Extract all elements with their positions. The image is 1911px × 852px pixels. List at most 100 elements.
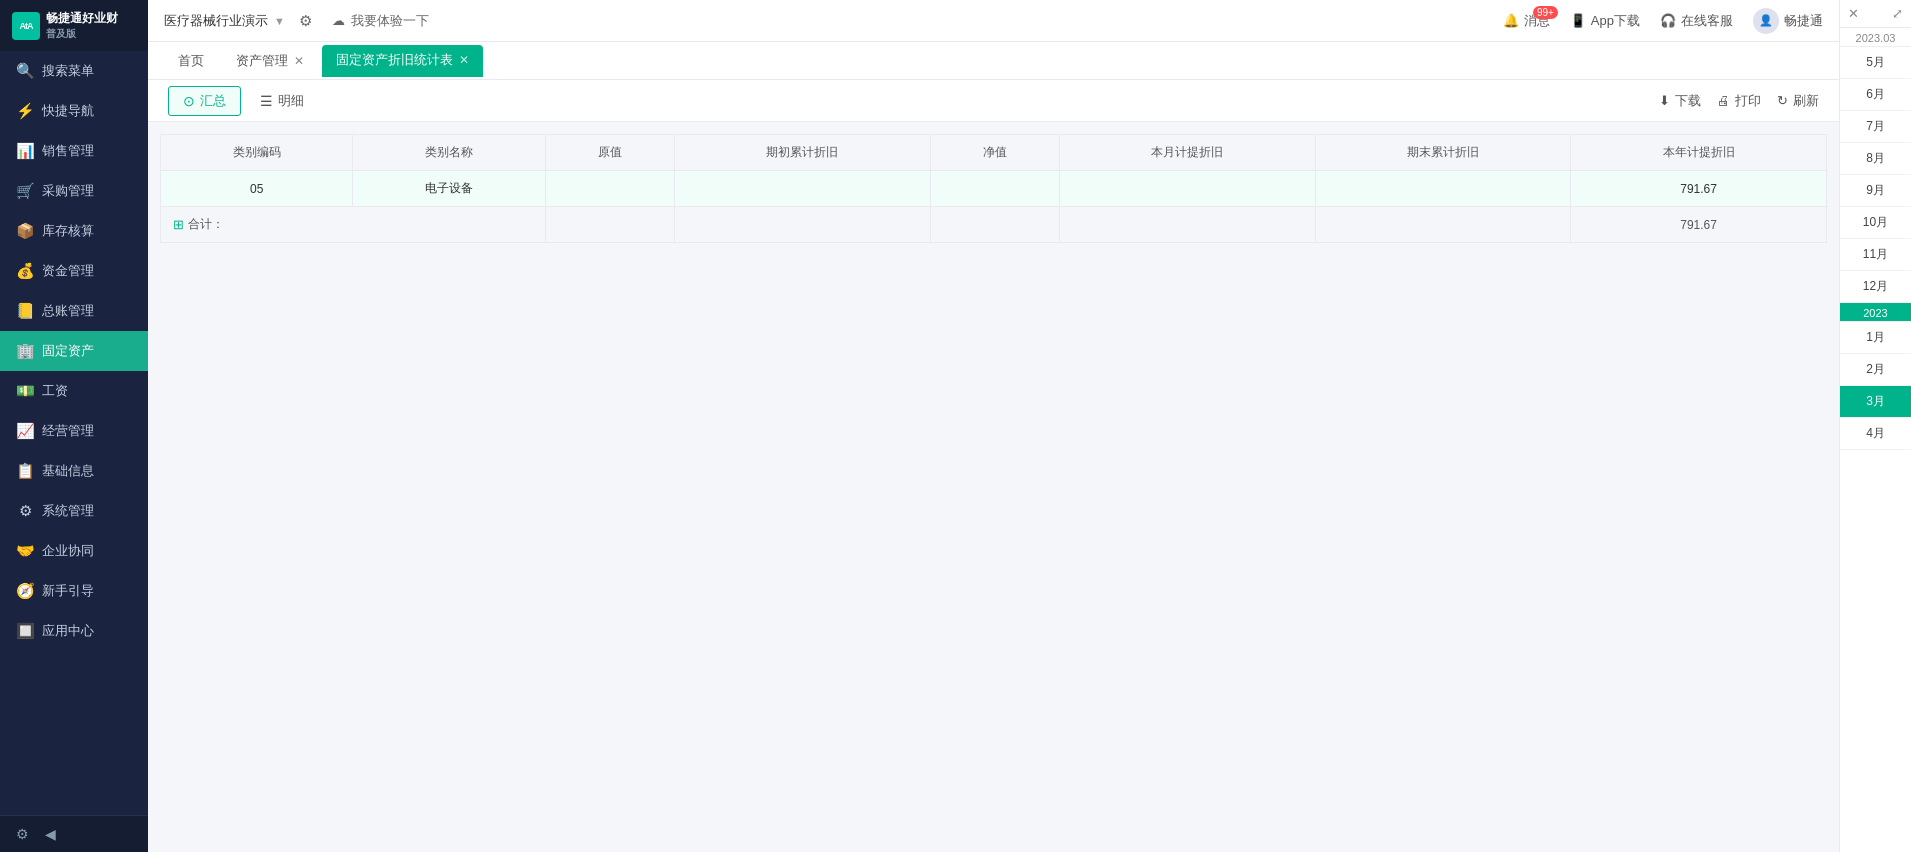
month-10[interactable]: 10月 xyxy=(1840,207,1911,239)
sub-tabs-right: ⬇ 下载 🖨 打印 ↻ 刷新 xyxy=(1659,92,1819,110)
content-area: ⊙ 汇总 ☰ 明细 ⬇ 下载 🖨 打印 ↻ 刷 xyxy=(148,80,1839,852)
col-code: 类别编码 xyxy=(161,135,353,171)
guide-icon: 🧭 xyxy=(16,582,34,600)
col-original: 原值 xyxy=(545,135,674,171)
apps-icon: 🔲 xyxy=(16,622,34,640)
sidebar-item-quick-nav[interactable]: ⚡ 快捷导航 xyxy=(0,91,148,131)
sum-monthly xyxy=(1059,207,1315,243)
money-icon: 💰 xyxy=(16,262,34,280)
download-icon: ⬇ xyxy=(1659,93,1670,108)
close-asset-tab-icon[interactable]: ✕ xyxy=(294,54,304,68)
month-mar-selected[interactable]: 3月 xyxy=(1840,386,1911,418)
close-depreciation-tab-icon[interactable]: ✕ xyxy=(459,53,469,67)
sidebar-item-purchase[interactable]: 🛒 采购管理 xyxy=(0,171,148,211)
month-12[interactable]: 12月 xyxy=(1840,271,1911,303)
cell-code: 05 xyxy=(161,171,353,207)
app-name: 畅捷通好业财 xyxy=(46,10,118,27)
download-button[interactable]: ⬇ 下载 xyxy=(1659,92,1701,110)
user-name: 畅捷通 xyxy=(1784,12,1823,30)
notifications-button[interactable]: 🔔 消息 99+ xyxy=(1503,12,1550,30)
month-9[interactable]: 9月 xyxy=(1840,175,1911,207)
settings-icon[interactable]: ⚙ xyxy=(299,12,312,30)
online-service-button[interactable]: 🎧 在线客服 xyxy=(1660,12,1733,30)
sidebar-item-fixed-assets[interactable]: 🏢 固定资产 xyxy=(0,331,148,371)
sidebar-item-cooperation[interactable]: 🤝 企业协同 xyxy=(0,531,148,571)
sidebar-item-fund[interactable]: 💰 资金管理 xyxy=(0,251,148,291)
sidebar-item-search[interactable]: 🔍 搜索菜单 xyxy=(0,51,148,91)
company-name: 医疗器械行业演示 xyxy=(164,12,268,30)
app-download-button[interactable]: 📱 App下载 xyxy=(1570,12,1640,30)
sidebar-label-fixed-assets: 固定资产 xyxy=(42,342,94,360)
month-11[interactable]: 11月 xyxy=(1840,239,1911,271)
print-button[interactable]: 🖨 打印 xyxy=(1717,92,1761,110)
sub-tabs-left: ⊙ 汇总 ☰ 明细 xyxy=(168,86,319,116)
sub-tab-summary[interactable]: ⊙ 汇总 xyxy=(168,86,241,116)
notifications-badge: 99+ xyxy=(1533,6,1558,19)
sidebar-item-ledger[interactable]: 📒 总账管理 xyxy=(0,291,148,331)
sidebar-item-inventory[interactable]: 📦 库存核算 xyxy=(0,211,148,251)
month-5[interactable]: 5月 xyxy=(1840,47,1911,79)
tab-asset-label: 资产管理 xyxy=(236,52,288,70)
cell-ending xyxy=(1315,171,1571,207)
cell-beginning xyxy=(675,171,931,207)
sidebar-item-guide[interactable]: 🧭 新手引导 xyxy=(0,571,148,611)
cart-icon: 🛒 xyxy=(16,182,34,200)
handshake-icon: 🤝 xyxy=(16,542,34,560)
detail-tab-label: 明细 xyxy=(278,92,304,110)
sidebar-item-basic[interactable]: 📋 基础信息 xyxy=(0,451,148,491)
col-ending: 期末累计折旧 xyxy=(1315,135,1571,171)
refresh-icon: ↻ xyxy=(1777,93,1788,108)
experience-icon: ☁ xyxy=(332,13,345,28)
sidebar-nav: 🔍 搜索菜单 ⚡ 快捷导航 📊 销售管理 🛒 采购管理 📦 库存核算 💰 资金管… xyxy=(0,51,148,815)
month-apr[interactable]: 4月 xyxy=(1840,418,1911,450)
company-dropdown-arrow: ▼ xyxy=(274,15,285,27)
cell-name: 电子设备 xyxy=(353,171,545,207)
sidebar-label-basic: 基础信息 xyxy=(42,462,94,480)
search-icon: 🔍 xyxy=(16,62,34,80)
month-7[interactable]: 7月 xyxy=(1840,111,1911,143)
tab-depreciation[interactable]: 固定资产折旧统计表 ✕ xyxy=(322,45,483,77)
mobile-icon: 📱 xyxy=(1570,13,1586,28)
expand-panel-icon[interactable]: ⤢ xyxy=(1892,6,1903,21)
tab-home[interactable]: 首页 xyxy=(164,46,218,76)
ledger-icon: 📒 xyxy=(16,302,34,320)
sum-icon: ⊞ xyxy=(173,217,184,232)
chart-icon: 📊 xyxy=(16,142,34,160)
topbar-right: 🔔 消息 99+ 📱 App下载 🎧 在线客服 👤 畅捷通 xyxy=(1503,8,1823,34)
main-content: 医疗器械行业演示 ▼ ⚙ ☁ 我要体验一下 🔔 消息 99+ 📱 App下载 🎧… xyxy=(148,0,1839,852)
sum-label-cell: ⊞ 合计： xyxy=(161,207,546,243)
col-net: 净值 xyxy=(930,135,1059,171)
month-8[interactable]: 8月 xyxy=(1840,143,1911,175)
sidebar-item-apps[interactable]: 🔲 应用中心 xyxy=(0,611,148,651)
sidebar-item-sales[interactable]: 📊 销售管理 xyxy=(0,131,148,171)
company-selector[interactable]: 医疗器械行业演示 ▼ xyxy=(164,12,285,30)
settings-footer-icon[interactable]: ⚙ xyxy=(16,826,29,842)
box-icon: 📦 xyxy=(16,222,34,240)
download-label: App下载 xyxy=(1591,12,1640,30)
sum-original xyxy=(545,207,674,243)
sidebar-item-management[interactable]: 📈 经营管理 xyxy=(0,411,148,451)
tab-asset-mgmt[interactable]: 资产管理 ✕ xyxy=(222,46,318,76)
sub-tab-detail[interactable]: ☰ 明细 xyxy=(245,86,319,116)
trend-icon: 📈 xyxy=(16,422,34,440)
refresh-button[interactable]: ↻ 刷新 xyxy=(1777,92,1819,110)
user-menu[interactable]: 👤 畅捷通 xyxy=(1753,8,1823,34)
collapse-sidebar-icon[interactable]: ◀ xyxy=(45,826,56,842)
sidebar-label-purchase: 采购管理 xyxy=(42,182,94,200)
sidebar-item-payroll[interactable]: 💵 工资 xyxy=(0,371,148,411)
month-feb[interactable]: 2月 xyxy=(1840,354,1911,386)
refresh-label: 刷新 xyxy=(1793,92,1819,110)
sidebar-label-system: 系统管理 xyxy=(42,502,94,520)
sidebar-item-system[interactable]: ⚙ 系统管理 xyxy=(0,491,148,531)
topbar: 医疗器械行业演示 ▼ ⚙ ☁ 我要体验一下 🔔 消息 99+ 📱 App下载 🎧… xyxy=(148,0,1839,42)
sidebar-label-guide: 新手引导 xyxy=(42,582,94,600)
experience-button[interactable]: ☁ 我要体验一下 xyxy=(332,12,429,30)
month-jan[interactable]: 1月 xyxy=(1840,322,1911,354)
sidebar-label-sales: 销售管理 xyxy=(42,142,94,160)
cell-original xyxy=(545,171,674,207)
col-monthly: 本月计提折旧 xyxy=(1059,135,1315,171)
logo-icon: AtA xyxy=(12,12,40,40)
tabs-bar: 首页 资产管理 ✕ 固定资产折旧统计表 ✕ xyxy=(148,42,1839,80)
close-panel-icon[interactable]: ✕ xyxy=(1848,6,1859,21)
month-6[interactable]: 6月 xyxy=(1840,79,1911,111)
